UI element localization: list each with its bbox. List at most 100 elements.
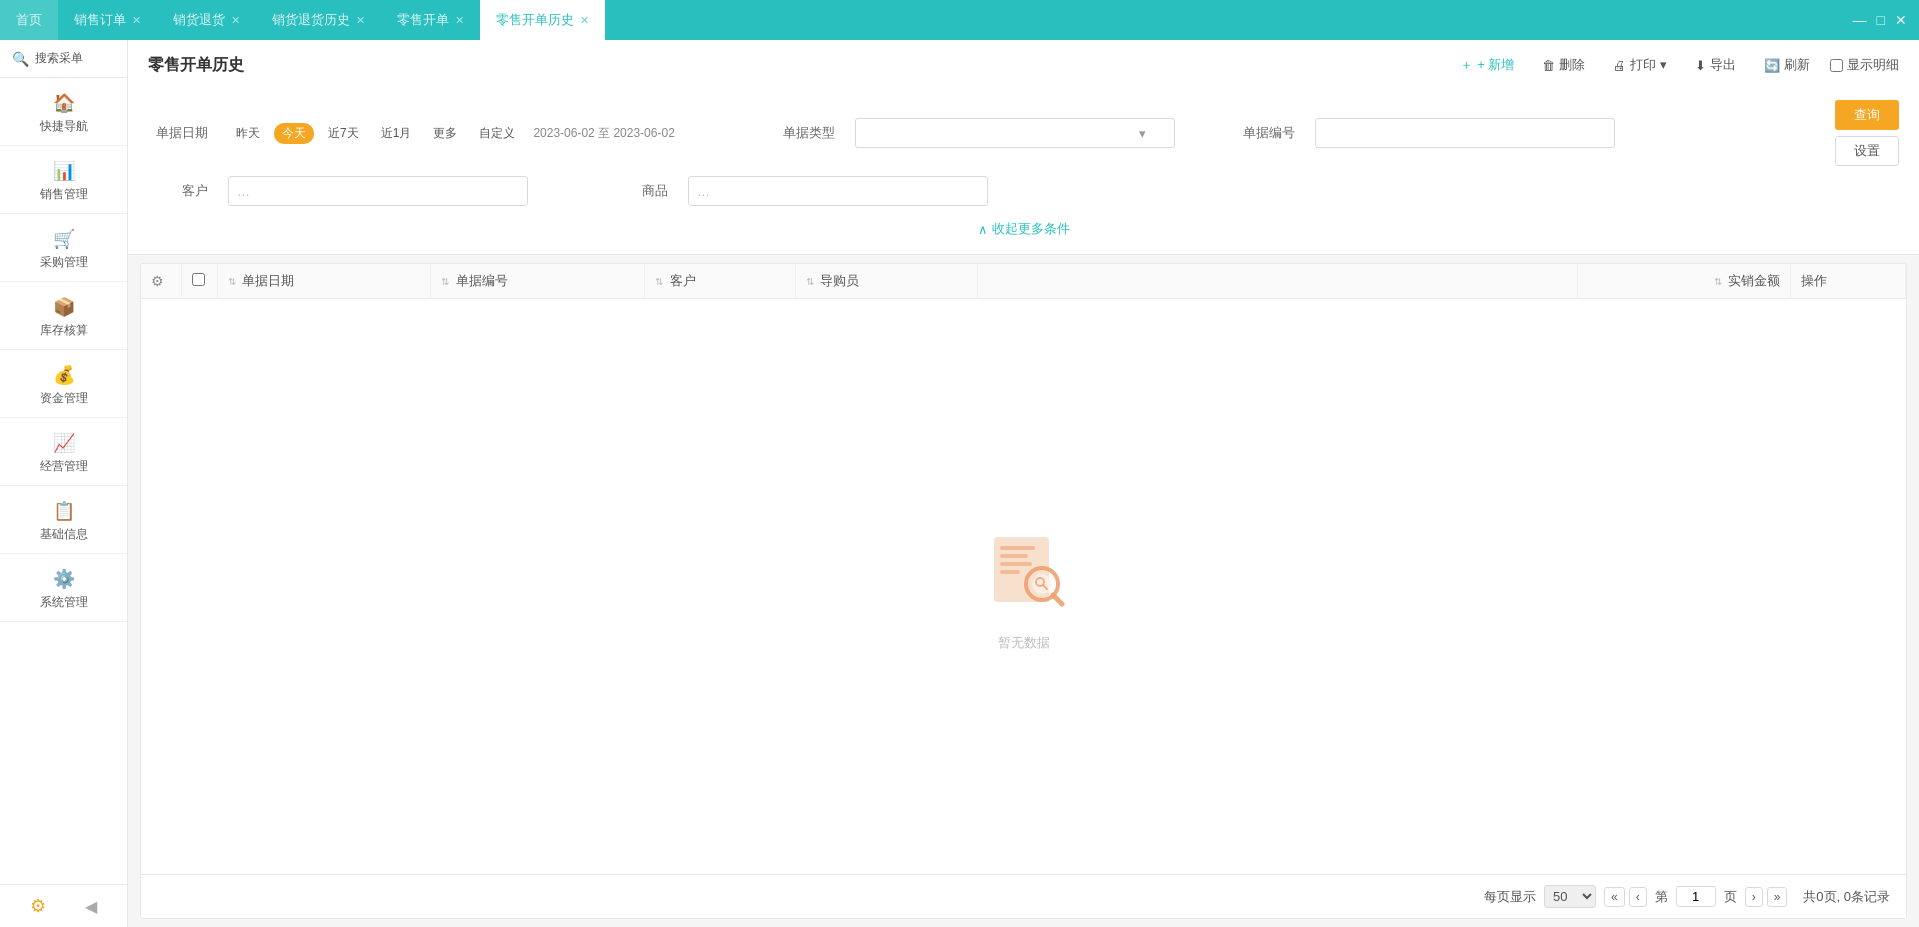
set-button[interactable]: 设置 <box>1835 136 1899 166</box>
sidebar-search[interactable]: 🔍 搜索采单 <box>0 40 127 78</box>
sidebar-bottom: ⚙ ◀ <box>0 884 127 927</box>
collapse-sidebar-icon[interactable]: ◀ <box>85 897 97 916</box>
page-navigation: « ‹ 第 页 › » <box>1604 886 1787 907</box>
customer-input[interactable]: … <box>228 176 528 206</box>
close-sales-return[interactable]: ✕ <box>231 14 240 27</box>
add-label: + 新增 <box>1477 56 1514 74</box>
export-label: 导出 <box>1710 56 1736 74</box>
col-date: ⇅ 单据日期 <box>217 264 431 299</box>
filter-row-2: 客户 … 商品 … <box>148 176 1899 206</box>
sidebar-item-sys-mgmt[interactable]: ⚙️ 系统管理 <box>0 554 127 622</box>
doc-type-select[interactable]: ▾ <box>855 118 1175 148</box>
date-opt-more[interactable]: 更多 <box>425 123 465 144</box>
total-info: 共0页, 0条记录 <box>1803 888 1890 906</box>
goods-label: 商品 <box>608 182 668 200</box>
data-table: ⚙ ⇅ 单据日期 ⇅ 单据编号 <box>141 264 1906 299</box>
query-button[interactable]: 查询 <box>1835 100 1899 130</box>
sort-arrows-guide[interactable]: ⇅ <box>806 276 817 287</box>
sidebar-item-finance[interactable]: 💰 资金管理 <box>0 350 127 418</box>
tab-retail-open[interactable]: 零售开单 ✕ <box>381 0 480 40</box>
collapse-more-label: 收起更多条件 <box>992 220 1070 238</box>
date-options: 昨天 今天 近7天 近1月 更多 自定义 2023-06-02 至 2023-0… <box>228 123 675 144</box>
page-label-after: 页 <box>1724 888 1737 906</box>
date-opt-7days[interactable]: 近7天 <box>320 123 367 144</box>
tab-home[interactable]: 首页 <box>0 0 58 40</box>
sort-arrows-amount[interactable]: ⇅ <box>1714 276 1725 287</box>
next-page-btn[interactable]: › <box>1745 887 1763 907</box>
svg-rect-4 <box>1000 570 1020 574</box>
date-opt-1month[interactable]: 近1月 <box>373 123 420 144</box>
date-opt-custom[interactable]: 自定义 <box>471 123 523 144</box>
last-page-btn[interactable]: » <box>1767 887 1788 907</box>
delete-icon: 🗑 <box>1542 58 1555 73</box>
content-area: 零售开单历史 ＋ + 新增 🗑 删除 🖨 打印 ▾ <box>128 40 1919 927</box>
tab-sales-return-history[interactable]: 销货退货历史 ✕ <box>256 0 381 40</box>
goods-input[interactable]: … <box>688 176 988 206</box>
customer-ellipsis: … <box>237 184 250 199</box>
col-amount: ⇅ 实销金额 <box>1577 264 1791 299</box>
settings-icon[interactable]: ⚙ <box>30 895 46 917</box>
date-opt-today[interactable]: 今天 <box>274 123 314 144</box>
close-window-icon[interactable]: ✕ <box>1895 12 1907 28</box>
col-action: 操作 <box>1791 264 1906 299</box>
col-doc-no: ⇅ 单据编号 <box>431 264 645 299</box>
sidebar-item-inventory[interactable]: 📦 库存核算 <box>0 282 127 350</box>
date-opt-yesterday[interactable]: 昨天 <box>228 123 268 144</box>
export-button[interactable]: ⬇ 导出 <box>1687 52 1744 78</box>
doc-no-label: 单据编号 <box>1235 124 1295 142</box>
close-sales-return-history[interactable]: ✕ <box>356 14 365 27</box>
add-button[interactable]: ＋ + 新增 <box>1452 52 1522 78</box>
sort-arrows-customer[interactable]: ⇅ <box>655 276 666 287</box>
sidebar-item-quick-nav[interactable]: 🏠 快捷导航 <box>0 78 127 146</box>
minimize-icon[interactable]: — <box>1853 12 1867 28</box>
inventory-label: 库存核算 <box>40 322 88 339</box>
current-page-input[interactable] <box>1676 886 1716 907</box>
print-icon: 🖨 <box>1613 58 1626 73</box>
first-page-btn[interactable]: « <box>1604 887 1625 907</box>
doc-type-arrow: ▾ <box>1139 126 1146 141</box>
close-retail-history[interactable]: ✕ <box>580 14 589 27</box>
print-button[interactable]: 🖨 打印 ▾ <box>1605 52 1675 78</box>
empty-state: 暂无数据 <box>141 299 1906 874</box>
tab-sales-return[interactable]: 销货退货 ✕ <box>157 0 256 40</box>
display-detail-toggle[interactable]: 显示明细 <box>1830 56 1899 74</box>
doc-no-input[interactable] <box>1315 118 1615 148</box>
prev-page-btn[interactable]: ‹ <box>1629 887 1647 907</box>
filter-row-1: 单据日期 昨天 今天 近7天 近1月 更多 自定义 2023-06-02 至 2… <box>148 100 1899 166</box>
sidebar-item-base-info[interactable]: 📋 基础信息 <box>0 486 127 554</box>
svg-rect-3 <box>1000 562 1032 566</box>
col-settings: ⚙ <box>141 264 181 299</box>
sidebar-item-purchase-mgmt[interactable]: 🛒 采购管理 <box>0 214 127 282</box>
sidebar-search-label: 搜索采单 <box>35 50 83 67</box>
finance-icon: 💰 <box>53 364 75 386</box>
close-sales-order[interactable]: ✕ <box>132 14 141 27</box>
per-page-select[interactable]: 50 10 20 100 <box>1544 885 1596 908</box>
display-detail-checkbox[interactable] <box>1830 59 1843 72</box>
sort-arrows-date[interactable]: ⇅ <box>228 276 239 287</box>
page-title: 零售开单历史 <box>148 55 244 76</box>
sidebar-item-operations[interactable]: 📈 经营管理 <box>0 418 127 486</box>
select-all-checkbox[interactable] <box>192 273 205 286</box>
refresh-label: 刷新 <box>1784 56 1810 74</box>
export-icon: ⬇ <box>1695 58 1706 73</box>
base-info-label: 基础信息 <box>40 526 88 543</box>
sidebar-item-sales-mgmt[interactable]: 📊 销售管理 <box>0 146 127 214</box>
svg-rect-2 <box>1000 554 1028 558</box>
svg-point-6 <box>1032 574 1052 594</box>
collapse-more-btn[interactable]: ∧ 收起更多条件 <box>148 216 1899 246</box>
pagination: 每页显示 50 10 20 100 « ‹ 第 页 › » 共0页, 0条记录 <box>141 874 1906 918</box>
close-retail-open[interactable]: ✕ <box>455 14 464 27</box>
purchase-mgmt-icon: 🛒 <box>53 228 75 250</box>
refresh-icon: 🔄 <box>1764 58 1780 73</box>
toolbar: ＋ + 新增 🗑 删除 🖨 打印 ▾ ⬇ 导出 <box>1452 52 1899 78</box>
table-header-row: ⚙ ⇅ 单据日期 ⇅ 单据编号 <box>141 264 1906 299</box>
refresh-button[interactable]: 🔄 刷新 <box>1756 52 1818 78</box>
maximize-icon[interactable]: □ <box>1877 12 1885 28</box>
delete-button[interactable]: 🗑 删除 <box>1534 52 1593 78</box>
tab-retail-history[interactable]: 零售开单历史 ✕ <box>480 0 605 40</box>
main-layout: 🔍 搜索采单 🏠 快捷导航 📊 销售管理 🛒 采购管理 📦 库存核算 💰 资金管… <box>0 40 1919 927</box>
sort-arrows-doc-no[interactable]: ⇅ <box>441 276 452 287</box>
settings-col-icon[interactable]: ⚙ <box>151 273 164 289</box>
tab-sales-order[interactable]: 销售订单 ✕ <box>58 0 157 40</box>
add-icon: ＋ <box>1460 56 1473 74</box>
